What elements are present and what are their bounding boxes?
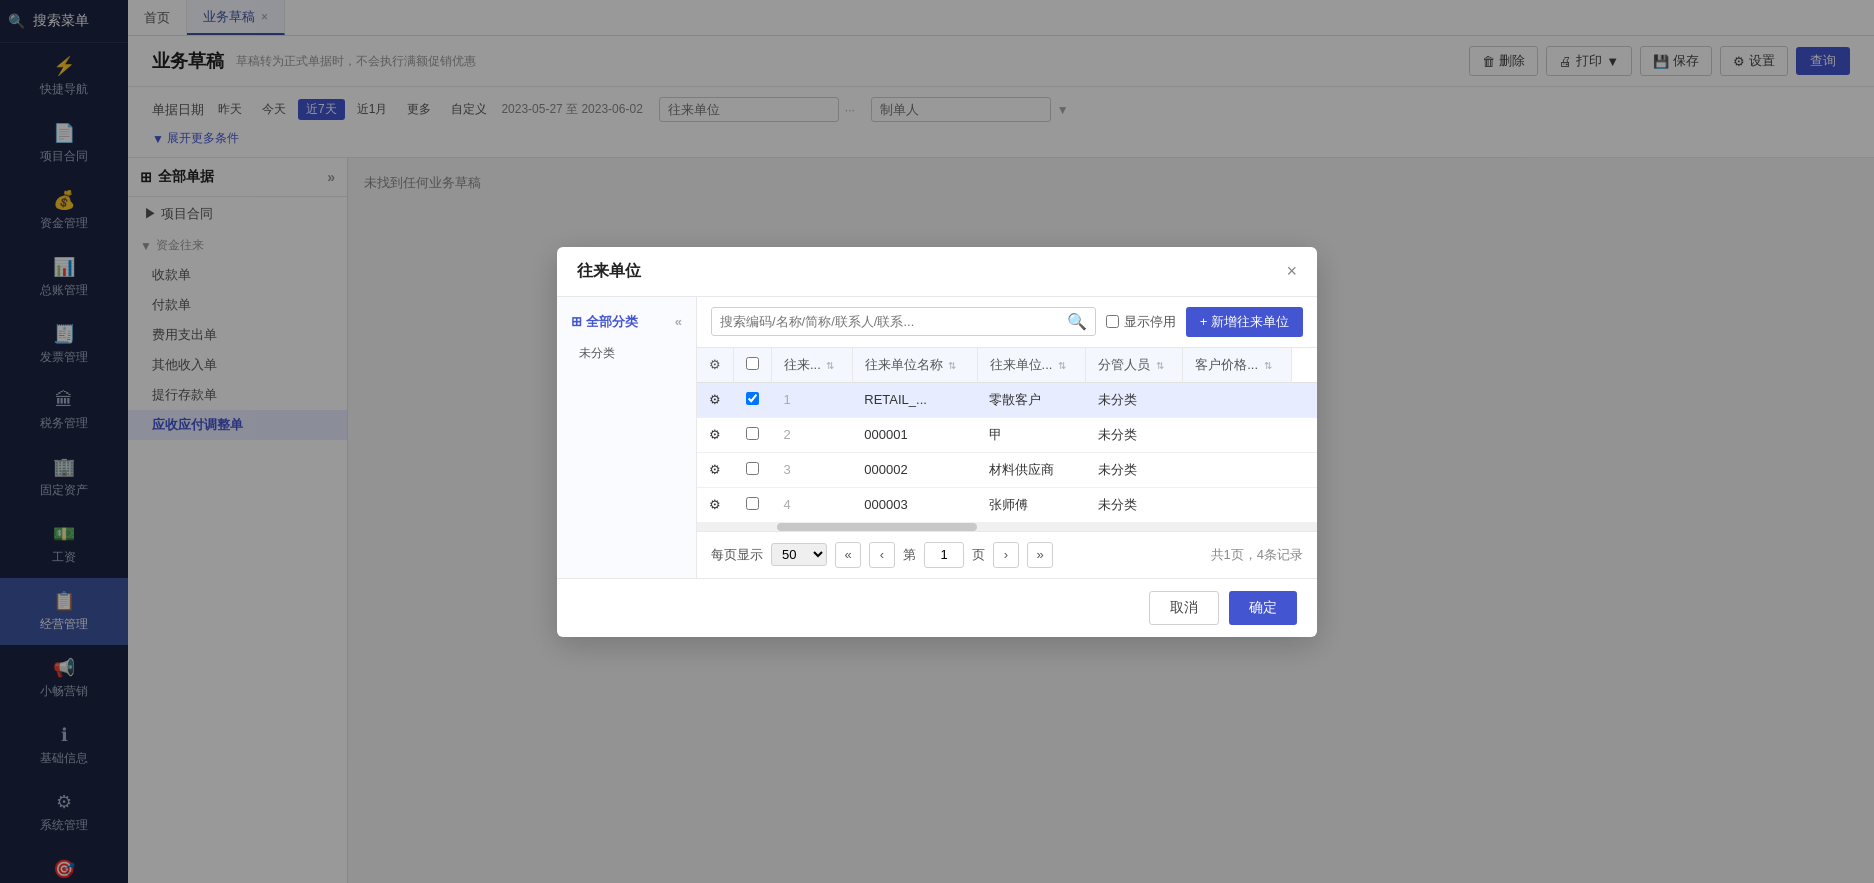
last-page-button[interactable]: »	[1027, 542, 1053, 568]
row-price-level	[1291, 417, 1317, 452]
search-input[interactable]	[720, 314, 1061, 329]
row-id: 1	[772, 382, 853, 417]
select-all-checkbox[interactable]	[746, 357, 759, 370]
modal-footer: 取消 确定	[557, 578, 1317, 637]
confirm-button[interactable]: 确定	[1229, 591, 1297, 625]
page-word: 第	[903, 546, 916, 564]
first-page-button[interactable]: «	[835, 542, 861, 568]
row-salesperson	[1183, 382, 1292, 417]
row-name: 甲	[977, 417, 1086, 452]
col-settings[interactable]: ⚙	[697, 348, 734, 383]
horizontal-scrollbar[interactable]	[697, 523, 1317, 531]
sort-icon-name: ⇅	[948, 360, 956, 371]
sidebar-collapse-icon[interactable]: «	[675, 314, 682, 329]
row-id: 2	[772, 417, 853, 452]
search-box[interactable]: 🔍	[711, 307, 1096, 336]
next-page-button[interactable]: ›	[993, 542, 1019, 568]
row-settings-icon[interactable]: ⚙	[697, 417, 734, 452]
cancel-button[interactable]: 取消	[1149, 591, 1219, 625]
row-checkbox[interactable]	[734, 417, 772, 452]
table-row[interactable]: ⚙ 1 RETAIL_... 零散客户 未分类	[697, 382, 1317, 417]
show-disabled-checkbox[interactable]	[1106, 315, 1119, 328]
modal-sidebar-unclassified[interactable]: 未分类	[557, 339, 696, 368]
row-price-level	[1291, 382, 1317, 417]
row-checkbox[interactable]	[734, 487, 772, 522]
row-category: 未分类	[1086, 382, 1183, 417]
col-name: 往来单位名称 ⇅	[852, 348, 977, 383]
row-price-level	[1291, 487, 1317, 522]
row-id: 4	[772, 487, 853, 522]
modal-body: ⊞ 全部分类 « 未分类 🔍 显示停用	[557, 297, 1317, 578]
modal-sidebar: ⊞ 全部分类 « 未分类	[557, 297, 697, 578]
grid-icon-small: ⊞	[571, 314, 582, 329]
row-category: 未分类	[1086, 487, 1183, 522]
sort-icon-salesperson: ⇅	[1156, 360, 1164, 371]
col-category: 往来单位... ⇅	[977, 348, 1086, 383]
sort-icon-code: ⇅	[826, 360, 834, 371]
row-name: 材料供应商	[977, 452, 1086, 487]
modal-close-button[interactable]: ×	[1286, 261, 1297, 282]
row-salesperson	[1183, 487, 1292, 522]
col-code: 往来... ⇅	[772, 348, 853, 383]
page-unit: 页	[972, 546, 985, 564]
col-salesperson: 分管人员 ⇅	[1086, 348, 1183, 383]
partner-table: ⚙ 往来... ⇅ 往来单位名称 ⇅	[697, 348, 1317, 523]
row-name: 零散客户	[977, 382, 1086, 417]
table-row[interactable]: ⚙ 2 000001 甲 未分类	[697, 417, 1317, 452]
show-disabled-label: 显示停用	[1124, 313, 1176, 331]
modal-overlay: 往来单位 × ⊞ 全部分类 « 未分类	[0, 0, 1874, 883]
row-category: 未分类	[1086, 417, 1183, 452]
row-category: 未分类	[1086, 452, 1183, 487]
modal-table: ⚙ 往来... ⇅ 往来单位名称 ⇅	[697, 348, 1317, 523]
modal-header: 往来单位 ×	[557, 247, 1317, 297]
unclassified-label: 未分类	[579, 346, 615, 360]
modal-main: 🔍 显示停用 + 新增往来单位 ⚙	[697, 297, 1317, 578]
row-salesperson	[1183, 417, 1292, 452]
scrollbar-thumb[interactable]	[777, 523, 977, 531]
page-size-select[interactable]: 50 100	[771, 543, 827, 566]
row-name: 张师傅	[977, 487, 1086, 522]
row-price-level	[1291, 452, 1317, 487]
row-checkbox[interactable]	[734, 452, 772, 487]
row-checkbox[interactable]	[734, 382, 772, 417]
all-category-label: 全部分类	[586, 313, 638, 331]
search-icon: 🔍	[1067, 312, 1087, 331]
modal-pagination: 每页显示 50 100 « ‹ 第 页 › » 共1页，4条记录	[697, 531, 1317, 578]
row-code: 000002	[852, 452, 977, 487]
row-settings-icon[interactable]: ⚙	[697, 382, 734, 417]
show-disabled-toggle[interactable]: 显示停用	[1106, 313, 1176, 331]
page-number-input[interactable]	[924, 542, 964, 568]
row-code: 000001	[852, 417, 977, 452]
sort-icon-price: ⇅	[1264, 360, 1272, 371]
col-checkbox[interactable]	[734, 348, 772, 383]
modal-sidebar-all-category[interactable]: ⊞ 全部分类 «	[557, 305, 696, 339]
prev-page-button[interactable]: ‹	[869, 542, 895, 568]
add-partner-button[interactable]: + 新增往来单位	[1186, 307, 1303, 337]
modal-toolbar: 🔍 显示停用 + 新增往来单位	[697, 297, 1317, 348]
row-settings-icon[interactable]: ⚙	[697, 487, 734, 522]
row-code: RETAIL_...	[852, 382, 977, 417]
page-size-label: 每页显示	[711, 546, 763, 564]
col-price-level: 客户价格... ⇅	[1183, 348, 1292, 383]
row-salesperson	[1183, 452, 1292, 487]
modal-dialog: 往来单位 × ⊞ 全部分类 « 未分类	[557, 247, 1317, 637]
sort-icon-category: ⇅	[1058, 360, 1066, 371]
row-id: 3	[772, 452, 853, 487]
table-row[interactable]: ⚙ 3 000002 材料供应商 未分类	[697, 452, 1317, 487]
total-info: 共1页，4条记录	[1211, 546, 1303, 564]
modal-title: 往来单位	[577, 261, 641, 282]
table-header-row: ⚙ 往来... ⇅ 往来单位名称 ⇅	[697, 348, 1317, 383]
row-code: 000003	[852, 487, 977, 522]
table-row[interactable]: ⚙ 4 000003 张师傅 未分类	[697, 487, 1317, 522]
row-settings-icon[interactable]: ⚙	[697, 452, 734, 487]
